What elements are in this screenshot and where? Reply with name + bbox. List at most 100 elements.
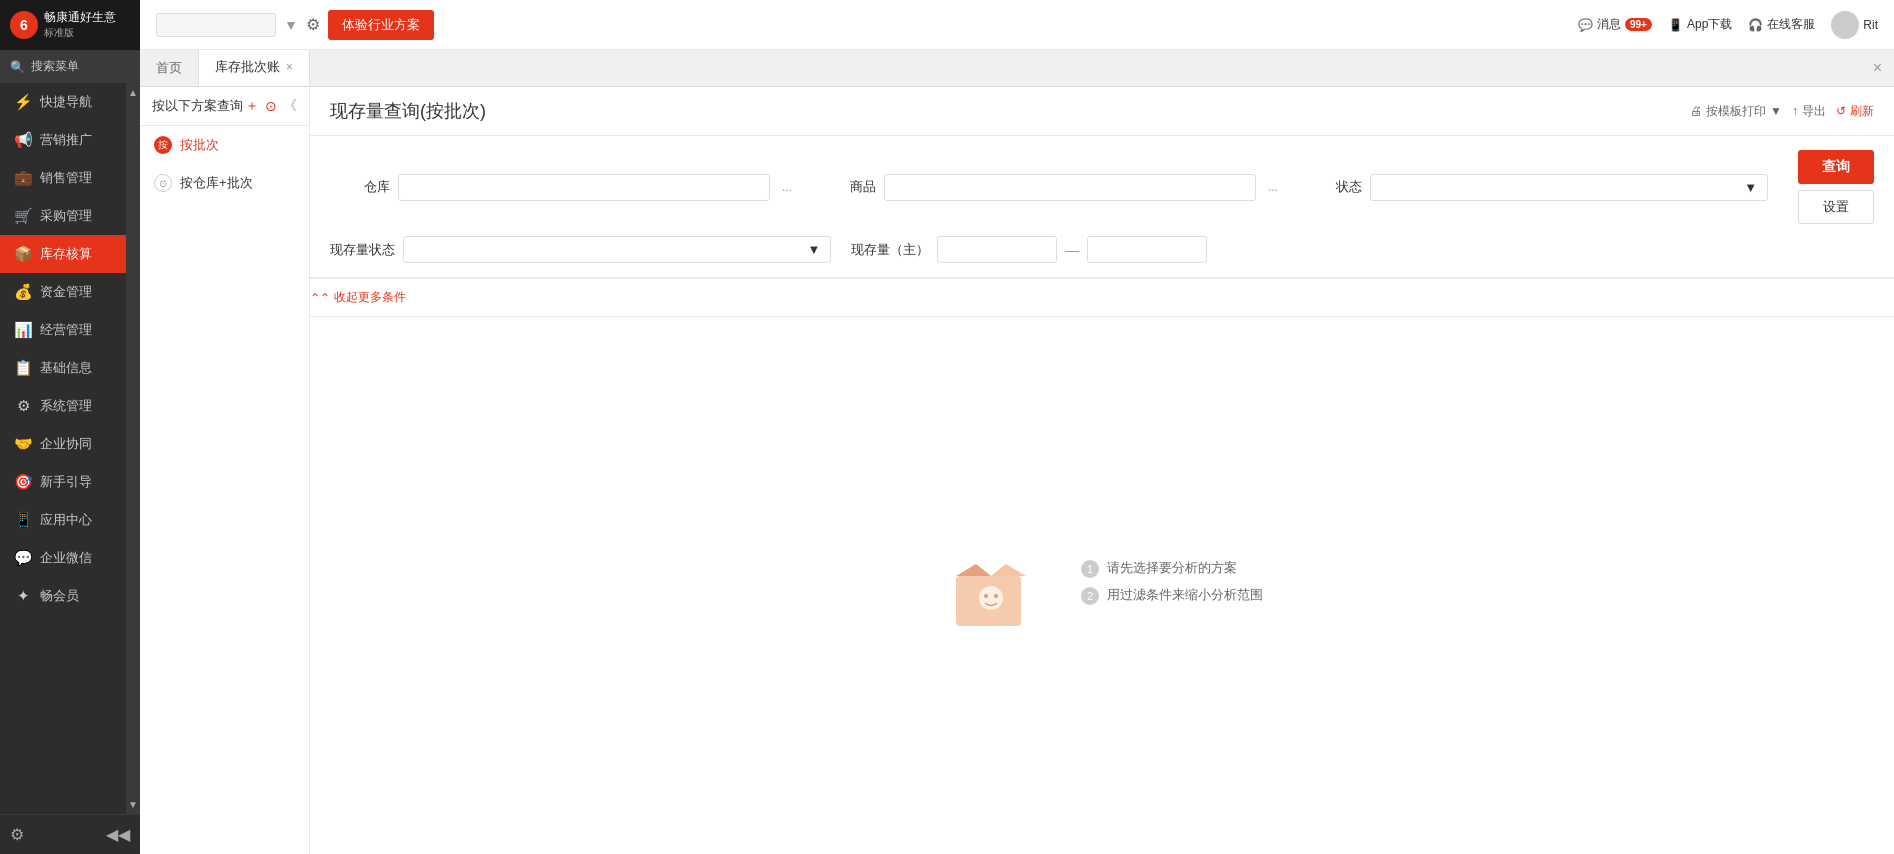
experience-button[interactable]: 体验行业方案 (328, 10, 434, 40)
scheme-item-batch[interactable]: 按 按批次 (140, 126, 309, 164)
product-more-button[interactable]: ... (1264, 180, 1282, 194)
filter-area: 仓库 ... 商品 ... 状态 (310, 136, 1894, 278)
sidebar-item-member[interactable]: ✦ 畅会员 (0, 577, 126, 615)
app-download-button[interactable]: 📱 App下载 (1668, 16, 1732, 33)
refresh-label: 刷新 (1850, 103, 1874, 120)
sidebar-item-finance[interactable]: 💰 资金管理 (0, 273, 126, 311)
sidebar-item-apps[interactable]: 📱 应用中心 (0, 501, 126, 539)
page-close-button[interactable]: × (1861, 59, 1894, 77)
product-label: 商品 (816, 178, 876, 196)
collapse-panel-button[interactable]: 《 (283, 97, 297, 115)
scheme-label-warehouse: 按仓库+批次 (180, 174, 253, 192)
empty-hint-1: 1 请先选择要分析的方案 (1081, 559, 1263, 578)
sidebar-item-marketing[interactable]: 📢 营销推广 (0, 121, 126, 159)
sidebar: 6 畅康通好生意 标准版 🔍 搜索菜单 ⚡ 快捷导航 📢 营销推广 💼 销售管理… (0, 0, 140, 854)
warehouse-input[interactable] (398, 174, 770, 201)
marketing-icon: 📢 (14, 131, 32, 149)
collapse-filter-button[interactable]: ⌃⌃ 收起更多条件 (310, 283, 406, 312)
scheme-icon-batch: 按 (154, 136, 172, 154)
sidebar-item-inventory[interactable]: 📦 库存核算 (0, 235, 126, 273)
export-button[interactable]: ↑ 导出 (1792, 103, 1826, 120)
sidebar-item-sales[interactable]: 💼 销售管理 (0, 159, 126, 197)
sidebar-item-system[interactable]: ⚙ 系统管理 (0, 387, 126, 425)
sidebar-item-label: 新手引导 (40, 473, 92, 491)
quick-nav-icon: ⚡ (14, 93, 32, 111)
sidebar-item-label: 库存核算 (40, 245, 92, 263)
sidebar-scroll-down[interactable]: ▼ (126, 795, 140, 814)
sidebar-item-label: 营销推广 (40, 131, 92, 149)
empty-state: 1 请先选择要分析的方案 2 用过滤条件来缩小分析范围 (310, 317, 1894, 854)
svg-point-1 (979, 586, 1003, 610)
status-label: 状态 (1302, 178, 1362, 196)
settings-button[interactable]: 设置 (1798, 190, 1874, 224)
sidebar-scroll-up[interactable]: ▲ (126, 83, 140, 102)
page-header: 现存量查询(按批次) 🖨 按模板打印 ▼ ↑ 导出 ↺ 刷新 (310, 87, 1894, 136)
query-button[interactable]: 查询 (1798, 150, 1874, 184)
collapse-sidebar-icon[interactable]: ◀◀ (106, 825, 130, 844)
warehouse-more-button[interactable]: ... (778, 180, 796, 194)
app-download-label: App下载 (1687, 16, 1732, 33)
tab-inventory-batch-label: 库存批次账 (215, 58, 280, 76)
user-menu[interactable]: Rit (1831, 11, 1878, 39)
online-service-button[interactable]: 🎧 在线客服 (1748, 16, 1815, 33)
scheme-settings-button[interactable]: ⊙ (265, 98, 277, 114)
basics-icon: 📋 (14, 359, 32, 377)
scheme-list: 按 按批次 ⊙ 按仓库+批次 (140, 126, 309, 854)
sidebar-item-wechat[interactable]: 💬 企业微信 (0, 539, 126, 577)
topbar-search-input[interactable] (156, 13, 276, 37)
sidebar-item-enterprise[interactable]: 🤝 企业协同 (0, 425, 126, 463)
topbar-gear-button[interactable]: ⚙ (306, 15, 320, 34)
messages-button[interactable]: 💬 消息 99+ (1578, 16, 1652, 33)
svg-point-3 (994, 594, 998, 598)
sidebar-search[interactable]: 🔍 搜索菜单 (0, 50, 140, 83)
inv-qty-max-input[interactable] (1087, 236, 1207, 263)
sidebar-item-label: 采购管理 (40, 207, 92, 225)
topbar-dropdown-button[interactable]: ▼ (284, 17, 298, 33)
filter-row-1: 仓库 ... 商品 ... 状态 (330, 150, 1874, 224)
left-panel-actions: ＋ ⊙ 《 (245, 97, 297, 115)
sidebar-item-ops[interactable]: 📊 经营管理 (0, 311, 126, 349)
empty-hint-2: 2 用过滤条件来缩小分析范围 (1081, 586, 1263, 605)
warehouse-label: 仓库 (330, 178, 390, 196)
sidebar-brand: 畅康通好生意 标准版 (44, 10, 116, 40)
inv-qty-min-input[interactable] (937, 236, 1057, 263)
left-panel-header: 按以下方案查询 ＋ ⊙ 《 (140, 87, 309, 126)
inv-status-filter-group: 现存量状态 ▼ (330, 236, 831, 263)
phone-icon: 📱 (1668, 18, 1683, 32)
online-service-label: 在线客服 (1767, 16, 1815, 33)
topbar-right: 💬 消息 99+ 📱 App下载 🎧 在线客服 Rit (1578, 11, 1878, 39)
filter-row-2: 现存量状态 ▼ 现存量（主） — (330, 236, 1874, 263)
refresh-button[interactable]: ↺ 刷新 (1836, 103, 1874, 120)
tab-inventory-batch[interactable]: 库存批次账 × (199, 50, 310, 86)
sidebar-item-guide[interactable]: 🎯 新手引导 (0, 463, 126, 501)
sidebar-search-label: 搜索菜单 (31, 58, 79, 75)
hint-num-2: 2 (1081, 587, 1099, 605)
sidebar-item-label: 销售管理 (40, 169, 92, 187)
sidebar-logo: 6 (10, 11, 38, 39)
wechat-icon: 💬 (14, 549, 32, 567)
print-dropdown-icon: ▼ (1770, 104, 1782, 118)
messages-badge: 99+ (1625, 18, 1652, 31)
avatar (1831, 11, 1859, 39)
finance-icon: 💰 (14, 283, 32, 301)
sidebar-item-basics[interactable]: 📋 基础信息 (0, 349, 126, 387)
tab-home-label: 首页 (156, 59, 182, 77)
search-icon: 🔍 (10, 60, 25, 74)
status-dropdown[interactable]: ▼ (1370, 174, 1768, 201)
chevron-up-icon: ⌃⌃ (310, 291, 330, 305)
product-input[interactable] (884, 174, 1256, 201)
print-button[interactable]: 🖨 按模板打印 ▼ (1690, 103, 1782, 120)
add-scheme-button[interactable]: ＋ (245, 97, 259, 115)
page-content: 按以下方案查询 ＋ ⊙ 《 按 按批次 ⊙ 按仓库+批次 (140, 87, 1894, 854)
sidebar-item-purchase[interactable]: 🛒 采购管理 (0, 197, 126, 235)
tab-bar: 首页 库存批次账 × × (140, 50, 1894, 87)
inv-status-dropdown[interactable]: ▼ (403, 236, 831, 263)
sidebar-item-quick-nav[interactable]: ⚡ 快捷导航 (0, 83, 126, 121)
tab-home[interactable]: 首页 (140, 51, 199, 85)
scheme-item-warehouse-batch[interactable]: ⊙ 按仓库+批次 (140, 164, 309, 202)
tab-close-icon[interactable]: × (286, 60, 293, 74)
system-icon: ⚙ (14, 397, 32, 415)
settings-icon[interactable]: ⚙ (10, 825, 24, 844)
topbar: ▼ ⚙ 体验行业方案 💬 消息 99+ 📱 App下载 🎧 在线客服 Rit (140, 0, 1894, 50)
service-icon: 🎧 (1748, 18, 1763, 32)
